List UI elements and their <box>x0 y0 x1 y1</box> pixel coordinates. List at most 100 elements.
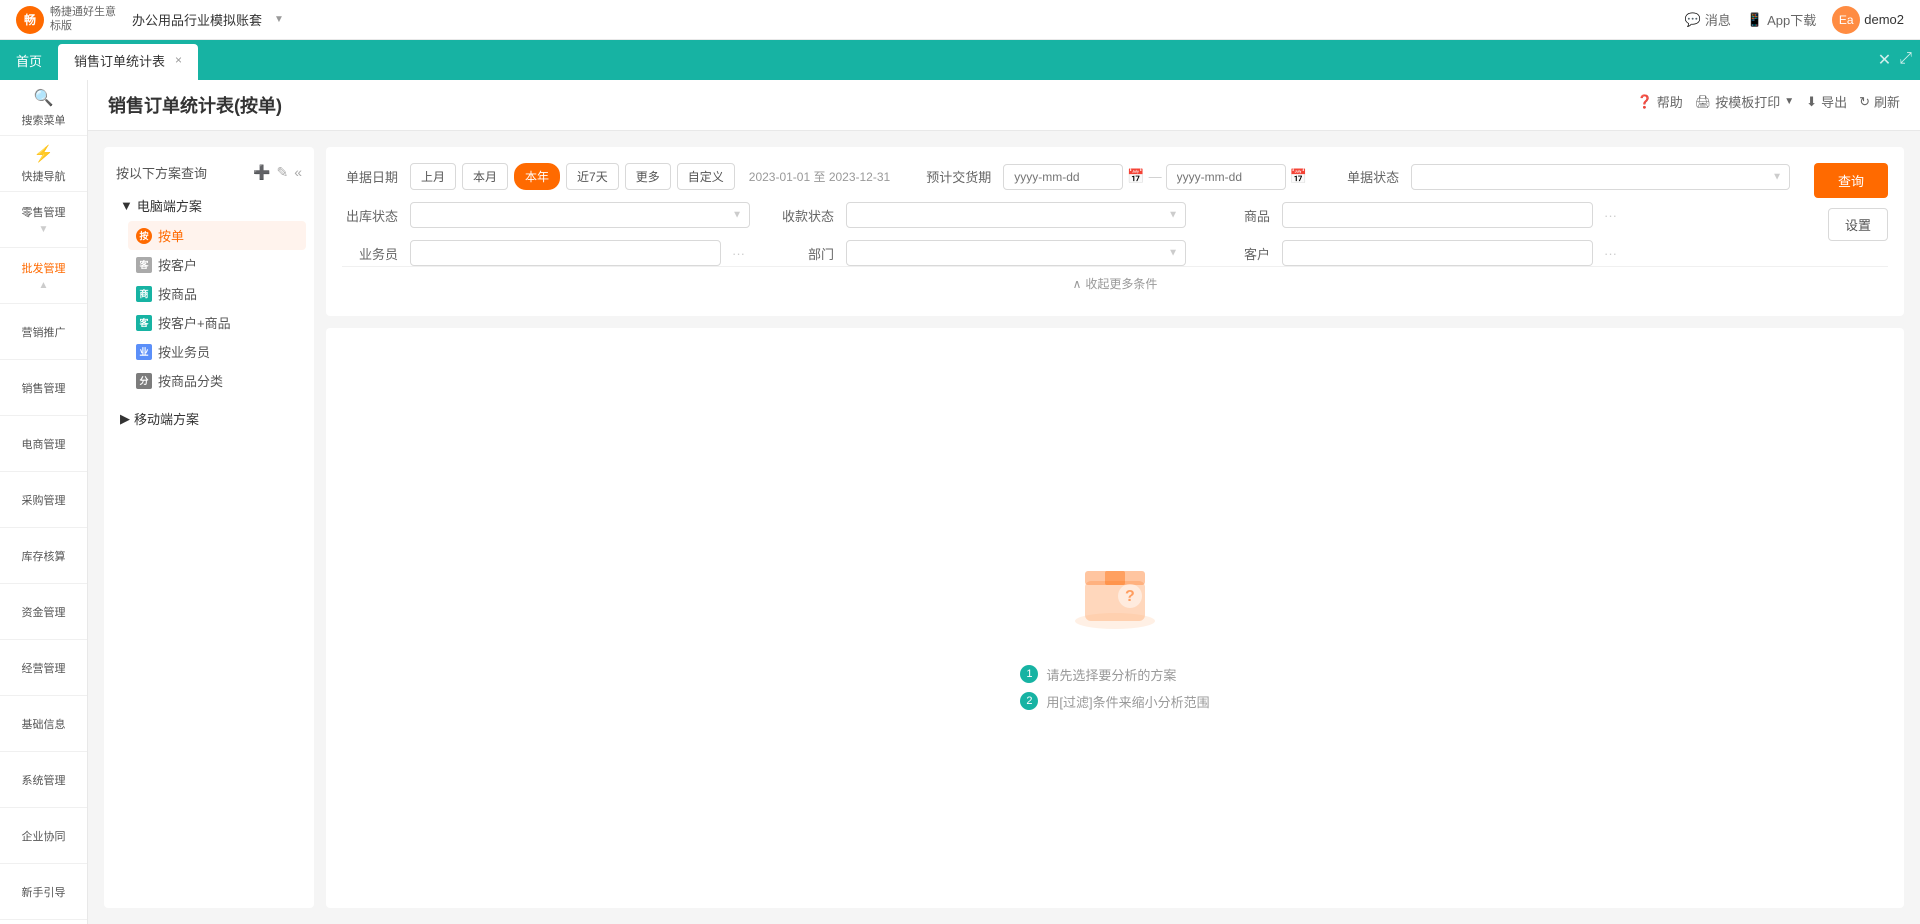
collapse-bar: ∧ 收起更多条件 <box>342 266 1888 300</box>
cal-icon-to[interactable]: 📅 <box>1290 168 1307 185</box>
date-btn-custom[interactable]: 自定义 <box>677 163 735 190</box>
delivery-select[interactable] <box>410 202 750 228</box>
date-btn-this-year[interactable]: 本年 <box>514 163 560 190</box>
help-btn[interactable]: ❓ 帮助 <box>1637 92 1683 111</box>
tab-home[interactable]: 首页 <box>0 40 58 80</box>
tree-child-按商品分类[interactable]: 分 按商品分类 <box>128 366 306 395</box>
print-label: 按模板打印 <box>1715 92 1780 111</box>
date-btn-more[interactable]: 更多 <box>625 163 671 190</box>
salesman-field-group: ··· <box>410 240 750 266</box>
tree-children: 按 按单 客 按客户 商 按商品 客 按客户+商 <box>112 221 306 395</box>
svg-text:?: ? <box>1125 588 1135 605</box>
sidebar-item-marketing[interactable]: 营销推广 <box>0 304 87 360</box>
tree-child-按客户[interactable]: 客 按客户 <box>128 250 306 279</box>
query-button[interactable]: 查询 <box>1814 163 1888 198</box>
filter-row-3: 业务员 ··· 部门 ▼ <box>342 240 1790 266</box>
tab-bar: 首页 销售订单统计表 × ✕ ⤢ <box>0 40 1920 80</box>
user-area[interactable]: Ea demo2 <box>1832 6 1904 34</box>
collapse-panel-btn[interactable]: « <box>294 164 302 181</box>
tab-expand-btn[interactable]: ⤢ <box>1899 50 1912 70</box>
sidebar: 🔍 搜索菜单 ⚡ 快捷导航 零售管理 ▼ 批发管理 ▲ 营销推广 销售管理 电商… <box>0 80 88 924</box>
status-select[interactable] <box>1411 164 1790 190</box>
sidebar-item-search[interactable]: 🔍 搜索菜单 <box>0 80 87 136</box>
tree-expand-icon: ▼ <box>120 198 133 213</box>
settings-button[interactable]: 设置 <box>1828 208 1888 241</box>
btn-column: 查询 设置 <box>1806 163 1888 241</box>
content-scroll: 按以下方案查询 ➕ ✎ « ▼ 电脑端方案 按 按单 <box>88 131 1920 924</box>
tree-child-按商品[interactable]: 商 按商品 <box>128 279 306 308</box>
scheme-icon-按业务员: 业 <box>136 344 152 360</box>
empty-svg: ? <box>1055 526 1175 646</box>
payment-select-wrapper: ▼ <box>846 202 1186 228</box>
salesman-label: 业务员 <box>342 244 398 263</box>
sidebar-item-retail[interactable]: 零售管理 ▼ <box>0 192 87 248</box>
refresh-btn[interactable]: ↻ 刷新 <box>1859 92 1900 111</box>
empty-state: ? 1 请先选择要分析的方案 2 用[过滤]条件来缩小分析范围 <box>326 328 1904 908</box>
step-num-1: 1 <box>1020 665 1038 683</box>
page-title: 销售订单统计表(按单) <box>108 92 282 130</box>
sidebar-item-finance[interactable]: 资金管理 <box>0 584 87 640</box>
sidebar-item-appstore[interactable]: 应用中心 <box>0 920 87 924</box>
export-btn[interactable]: ⬇ 导出 <box>1806 92 1847 111</box>
date-btn-7days[interactable]: 近7天 <box>566 163 619 190</box>
sidebar-item-ecommerce[interactable]: 电商管理 <box>0 416 87 472</box>
tab-close-icon[interactable]: × <box>175 53 182 67</box>
sidebar-item-wholesale[interactable]: 批发管理 ▲ <box>0 248 87 304</box>
tree-parent-pc[interactable]: ▼ 电脑端方案 <box>112 190 306 221</box>
tree-child-按客户商品[interactable]: 客 按客户+商品 <box>128 308 306 337</box>
sidebar-item-sales[interactable]: 销售管理 <box>0 360 87 416</box>
collapse-more-btn[interactable]: ∧ 收起更多条件 <box>1073 275 1158 292</box>
refresh-icon: ↻ <box>1859 94 1870 110</box>
home-tab-label: 首页 <box>16 51 42 70</box>
left-panel: 按以下方案查询 ➕ ✎ « ▼ 电脑端方案 按 按单 <box>104 147 314 908</box>
message-action[interactable]: 💬 消息 <box>1685 10 1731 29</box>
tree-parent-mobile[interactable]: ▶ 移动端方案 <box>112 403 306 434</box>
sidebar-item-newbie[interactable]: 新手引导 <box>0 864 87 920</box>
sidebar-item-system[interactable]: 系统管理 <box>0 752 87 808</box>
salesman-dots[interactable]: ··· <box>727 241 750 266</box>
customer-dots[interactable]: ··· <box>1599 241 1622 266</box>
download-icon: 📱 <box>1747 12 1763 28</box>
expected-date-to[interactable] <box>1166 164 1286 190</box>
export-label: 导出 <box>1821 92 1847 111</box>
status-select-wrapper: ▼ <box>1411 164 1790 190</box>
department-select-wrapper: ▼ <box>846 240 1186 266</box>
customer-input[interactable] <box>1282 240 1593 266</box>
edit-scheme-btn[interactable]: ✎ <box>276 164 288 181</box>
product-dots[interactable]: ··· <box>1599 203 1622 228</box>
sidebar-item-basic[interactable]: 基础信息 <box>0 696 87 752</box>
empty-steps: 1 请先选择要分析的方案 2 用[过滤]条件来缩小分析范围 <box>1020 665 1209 711</box>
payment-select[interactable] <box>846 202 1186 228</box>
tree-child-按业务员[interactable]: 业 按业务员 <box>128 337 306 366</box>
sidebar-item-nav[interactable]: ⚡ 快捷导航 <box>0 136 87 192</box>
export-icon: ⬇ <box>1806 94 1817 110</box>
app-download-action[interactable]: 📱 App下载 <box>1747 10 1816 29</box>
filter-row-1: 单据日期 上月 本月 本年 近7天 更多 自定义 2023-01-01 至 20… <box>342 163 1790 190</box>
message-label: 消息 <box>1705 10 1731 29</box>
tab-close-btn[interactable]: ✕ <box>1878 50 1891 70</box>
product-input[interactable] <box>1282 202 1593 228</box>
date-btn-this-month[interactable]: 本月 <box>462 163 508 190</box>
print-btn[interactable]: 🖨 按模板打印 ▼ <box>1695 92 1794 111</box>
date-btn-last-month[interactable]: 上月 <box>410 163 456 190</box>
sidebar-item-operations[interactable]: 经营管理 <box>0 640 87 696</box>
sidebar-item-enterprise[interactable]: 企业协同 <box>0 808 87 864</box>
top-bar-right: 💬 消息 📱 App下载 Ea demo2 <box>1685 6 1904 34</box>
cal-icon-from[interactable]: 📅 <box>1127 168 1144 185</box>
app-dropdown-arrow[interactable]: ▼ <box>274 14 284 25</box>
sidebar-item-inventory[interactable]: 库存核算 <box>0 528 87 584</box>
salesman-input[interactable] <box>410 240 721 266</box>
sidebar-item-purchase[interactable]: 采购管理 <box>0 472 87 528</box>
tab-active[interactable]: 销售订单统计表 × <box>58 44 198 80</box>
app-download-label: App下载 <box>1767 10 1816 29</box>
tree-child-按单[interactable]: 按 按单 <box>128 221 306 250</box>
empty-step-2: 2 用[过滤]条件来缩小分析范围 <box>1020 692 1209 711</box>
expected-date-label: 预计交货期 <box>926 167 991 186</box>
customer-label: 客户 <box>1214 244 1270 263</box>
scheme-icon-按客户商品: 客 <box>136 315 152 331</box>
department-select[interactable] <box>846 240 1186 266</box>
expected-date-from[interactable] <box>1003 164 1123 190</box>
sidebar-search-label: 搜索菜单 <box>22 112 66 128</box>
add-scheme-btn[interactable]: ➕ <box>253 164 270 181</box>
tree-mobile-arrow: ▶ <box>120 411 130 427</box>
